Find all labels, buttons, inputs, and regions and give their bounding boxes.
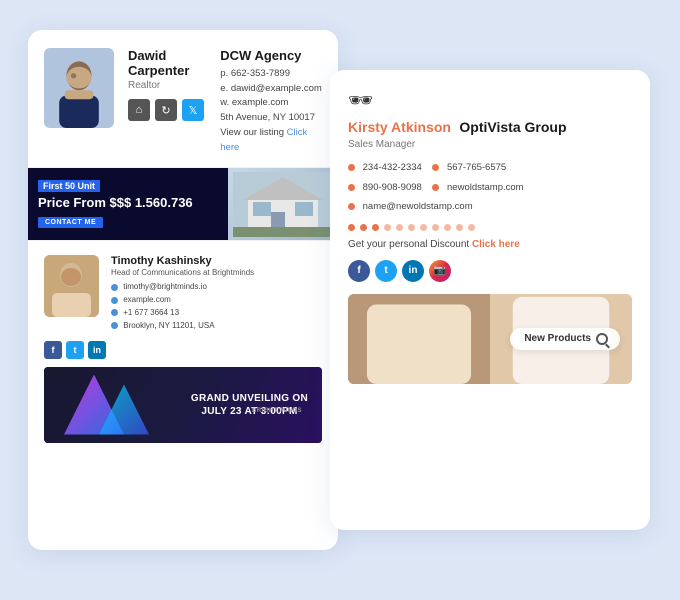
kirsty-click-here[interactable]: Click here <box>472 239 520 250</box>
banner2-logo: BRIGHT MINDS <box>252 408 302 414</box>
kirsty-name-row: Kirsty Atkinson OptiVista Group <box>348 119 632 137</box>
top-sig-phone: p. 662-353-7899 <box>220 67 322 82</box>
glasses-icon: 🕶 <box>348 88 632 113</box>
email-dot <box>111 284 118 291</box>
listing-label: View our listing <box>220 127 284 138</box>
banner-label: First 50 Unit <box>38 180 100 192</box>
kdot-11 <box>468 224 475 231</box>
kdot-1 <box>348 224 355 231</box>
top-banner: First 50 Unit Price From $$$ 1.560.736 C… <box>28 168 338 240</box>
new-products-label: New Products <box>524 333 591 344</box>
right-card-inner: 🕶 Kirsty Atkinson OptiVista Group Sales … <box>330 70 650 398</box>
email-dot2 <box>348 203 355 210</box>
phone3-dot <box>348 184 355 191</box>
banner2-inner: Grand unveiling on July 23 at 3:00PM BRI… <box>44 367 322 443</box>
kdot-3 <box>372 224 379 231</box>
top-sig-role: Realtor <box>128 80 206 91</box>
home-icon[interactable]: ⌂ <box>128 99 150 121</box>
top-sig-social-icons: ⌂ ↻ 𝕏 <box>128 99 206 121</box>
kirsty-twitter-icon[interactable]: t <box>375 260 397 282</box>
top-sig-listing: View our listing Click here <box>220 126 322 155</box>
bottom-sig-website: example.com <box>111 294 254 307</box>
top-avatar <box>44 48 114 128</box>
facebook-icon[interactable]: f <box>44 341 62 359</box>
kirsty-phone1: 234-432-2334 567-765-6575 <box>348 160 632 177</box>
top-sig-name: Dawid Carpenter <box>128 48 206 78</box>
kirsty-email-row: name@newoldstamp.com <box>348 199 632 216</box>
kirsty-name: Kirsty Atkinson <box>348 119 451 135</box>
kirsty-dots-row <box>348 224 632 231</box>
kirsty-linkedin-icon[interactable]: in <box>402 260 424 282</box>
kdot-9 <box>444 224 451 231</box>
banner2-text: Grand unveiling on July 23 at 3:00PM BRI… <box>191 392 308 418</box>
kdot-5 <box>396 224 403 231</box>
top-sig-address: 5th Avenue, NY 10017 <box>220 111 322 126</box>
new-products-button[interactable]: New Products <box>510 328 620 350</box>
main-container: Dawid Carpenter Realtor ⌂ ↻ 𝕏 DCW Agency… <box>0 0 680 600</box>
top-avatar-wrap <box>44 48 114 128</box>
top-sig-email: e. dawid@example.com <box>220 82 322 97</box>
bottom-signature: Timothy Kashinsky Head of Communications… <box>28 241 338 452</box>
phone2-dot <box>432 164 439 171</box>
banner-person1 <box>348 294 490 384</box>
kirsty-role: Sales Manager <box>348 139 632 150</box>
banner-house-image <box>228 168 338 240</box>
kirsty-instagram-icon[interactable]: 📷 <box>429 260 451 282</box>
bottom-sig-name: Timothy Kashinsky <box>111 255 254 267</box>
kdot-4 <box>384 224 391 231</box>
kdot-10 <box>456 224 463 231</box>
top-sig-company: DCW Agency <box>220 48 322 63</box>
banner-left: First 50 Unit Price From $$$ 1.560.736 C… <box>28 168 228 240</box>
web-dot2 <box>432 184 439 191</box>
kirsty-facebook-icon[interactable]: f <box>348 260 370 282</box>
search-icon <box>596 333 608 345</box>
contact-me-button[interactable]: CONTACT ME <box>38 217 103 228</box>
phone-dot <box>111 309 118 316</box>
kirsty-social-icons: f t in 📷 <box>348 260 632 282</box>
bottom-banner: Grand unveiling on July 23 at 3:00PM BRI… <box>44 367 322 443</box>
bottom-avatar <box>44 255 99 317</box>
kirsty-phone3-web: 890-908-9098 newoldstamp.com <box>348 180 632 197</box>
bottom-sig-email: timothy@brightminds.io <box>111 281 254 294</box>
product-banner: New Products <box>348 294 632 384</box>
bottom-sig-role: Head of Communications at Brightminds <box>111 268 254 277</box>
addr-dot <box>111 322 118 329</box>
discount-text: Get your personal Discount <box>348 239 469 250</box>
kdot-6 <box>408 224 415 231</box>
banner-price: Price From $$$ 1.560.736 <box>38 195 218 211</box>
refresh-icon[interactable]: ↻ <box>155 99 177 121</box>
right-card: 🕶 Kirsty Atkinson OptiVista Group Sales … <box>330 70 650 530</box>
left-card: Dawid Carpenter Realtor ⌂ ↻ 𝕏 DCW Agency… <box>28 30 338 550</box>
kirsty-discount-row: Get your personal Discount Click here <box>348 239 632 250</box>
kdot-7 <box>420 224 427 231</box>
twitter-icon-2[interactable]: t <box>66 341 84 359</box>
kirsty-details: 234-432-2334 567-765-6575 890-908-9098 n… <box>348 160 632 216</box>
bottom-social-icons: f t in <box>44 341 322 359</box>
bottom-sig-address: Brooklyn, NY 11201, USA <box>111 320 254 333</box>
phone1-dot <box>348 164 355 171</box>
kdot-2 <box>360 224 367 231</box>
twitter-icon[interactable]: 𝕏 <box>182 99 204 121</box>
banner2-title: Grand unveiling on <box>191 392 308 405</box>
web-dot <box>111 297 118 304</box>
kdot-8 <box>432 224 439 231</box>
top-sig-website: w. example.com <box>220 96 322 111</box>
top-signature: Dawid Carpenter Realtor ⌂ ↻ 𝕏 DCW Agency… <box>28 30 338 168</box>
bottom-sig-phone: +1 677 3664 13 <box>111 307 254 320</box>
linkedin-icon[interactable]: in <box>88 341 106 359</box>
kirsty-company: OptiVista Group <box>459 119 566 135</box>
